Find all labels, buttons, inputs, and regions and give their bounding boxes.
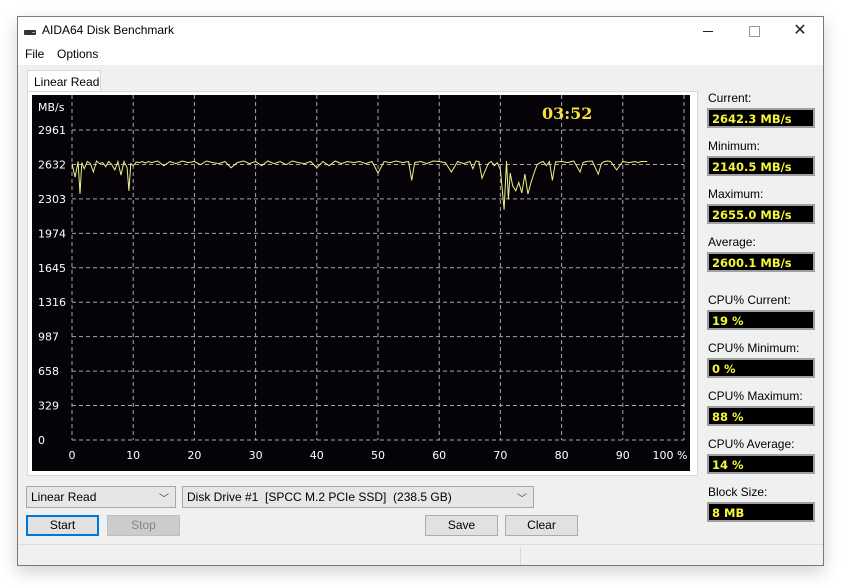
drive-select[interactable]: Disk Drive #1 [SPCC M.2 PCIe SSD] (238.5… bbox=[182, 486, 534, 508]
x-tick-label: 30 bbox=[249, 449, 263, 462]
y-tick-label: 1974 bbox=[38, 227, 66, 240]
close-icon: ✕ bbox=[793, 22, 807, 39]
stat-value: 88 % bbox=[707, 406, 815, 426]
clear-button[interactable]: Clear bbox=[505, 515, 578, 536]
y-tick-label: 987 bbox=[38, 331, 59, 344]
x-tick-label: 20 bbox=[187, 449, 201, 462]
y-tick-label: 2961 bbox=[38, 124, 66, 137]
y-tick-label: 2632 bbox=[38, 158, 66, 171]
y-tick-label: 2303 bbox=[38, 193, 66, 206]
start-button[interactable]: Start bbox=[26, 515, 99, 536]
menu-options[interactable]: Options bbox=[57, 47, 98, 61]
maximize-button[interactable] bbox=[731, 17, 777, 45]
chevron-down-icon: ﹀ bbox=[159, 494, 169, 505]
stat-label: Average: bbox=[708, 235, 756, 249]
stat-value: 2140.5 MB/s bbox=[707, 156, 815, 176]
x-tick-label: 90 bbox=[616, 449, 630, 462]
x-tick-label: 80 bbox=[555, 449, 569, 462]
tab-linear-read[interactable]: Linear Read bbox=[27, 70, 101, 92]
test-type-value: Linear Read bbox=[31, 490, 97, 504]
close-button[interactable]: ✕ bbox=[777, 17, 823, 45]
test-type-select[interactable]: Linear Read ﹀ bbox=[26, 486, 176, 508]
drive-value: Disk Drive #1 [SPCC M.2 PCIe SSD] (238.5… bbox=[187, 490, 452, 504]
benchmark-chart: MB/s 0 329 658 987 1316 1645 1974 2303 2632 2961 0 1… bbox=[32, 95, 690, 471]
y-tick-label: 1316 bbox=[38, 296, 66, 309]
stat-value: 0 % bbox=[707, 358, 815, 378]
save-button[interactable]: Save bbox=[425, 515, 498, 536]
title-bar[interactable]: AIDA64 Disk Benchmark ✕ bbox=[18, 17, 823, 45]
stat-value: 19 % bbox=[707, 310, 815, 330]
series-line-linear-read bbox=[71, 159, 648, 210]
stat-label: Maximum: bbox=[708, 187, 764, 201]
maximize-icon bbox=[748, 25, 760, 37]
status-bar bbox=[18, 544, 823, 567]
menu-file[interactable]: File bbox=[25, 47, 44, 61]
stat-label: Minimum: bbox=[708, 139, 761, 153]
stop-button[interactable]: Stop bbox=[107, 515, 180, 536]
window-title: AIDA64 Disk Benchmark bbox=[42, 23, 175, 37]
x-tick-label: 60 bbox=[432, 449, 446, 462]
stat-value: 2600.1 MB/s bbox=[707, 252, 815, 272]
x-tick-label: 0 bbox=[69, 449, 76, 462]
y-tick-label: 658 bbox=[38, 365, 59, 378]
stat-label: Block Size: bbox=[708, 485, 768, 499]
minimize-icon bbox=[703, 30, 713, 32]
stat-value: 2642.3 MB/s bbox=[707, 108, 815, 128]
x-tick-label: 10 bbox=[126, 449, 140, 462]
stat-value: 8 MB bbox=[707, 502, 815, 522]
status-divider bbox=[520, 547, 521, 565]
chevron-down-icon: ﹀ bbox=[517, 494, 527, 505]
x-tick-label: 70 bbox=[493, 449, 507, 462]
chart-canvas: MB/s 0 329 658 987 1316 1645 1974 2303 2632 2961 0 1… bbox=[38, 95, 688, 462]
stat-label: Current: bbox=[708, 91, 752, 105]
stat-value: 14 % bbox=[707, 454, 815, 474]
x-tick-label: 50 bbox=[371, 449, 385, 462]
disk-drive-icon bbox=[24, 30, 36, 35]
x-tick-label: 100 % bbox=[653, 449, 688, 462]
y-tick-label: 0 bbox=[38, 434, 45, 447]
y-axis-label: MB/s bbox=[38, 101, 65, 114]
minimize-button[interactable] bbox=[685, 17, 731, 45]
stat-label: CPU% Minimum: bbox=[708, 341, 800, 355]
elapsed-timer: 03:52 bbox=[542, 104, 593, 123]
app-window: AIDA64 Disk Benchmark ✕ File Options Lin… bbox=[17, 16, 824, 566]
stat-label: CPU% Current: bbox=[708, 293, 791, 307]
y-tick-label: 329 bbox=[38, 400, 59, 413]
x-tick-label: 40 bbox=[310, 449, 324, 462]
stat-label: CPU% Maximum: bbox=[708, 389, 803, 403]
stat-label: CPU% Average: bbox=[708, 437, 795, 451]
y-tick-label: 1645 bbox=[38, 262, 66, 275]
stat-value: 2655.0 MB/s bbox=[707, 204, 815, 224]
menu-bar: File Options bbox=[18, 45, 823, 65]
